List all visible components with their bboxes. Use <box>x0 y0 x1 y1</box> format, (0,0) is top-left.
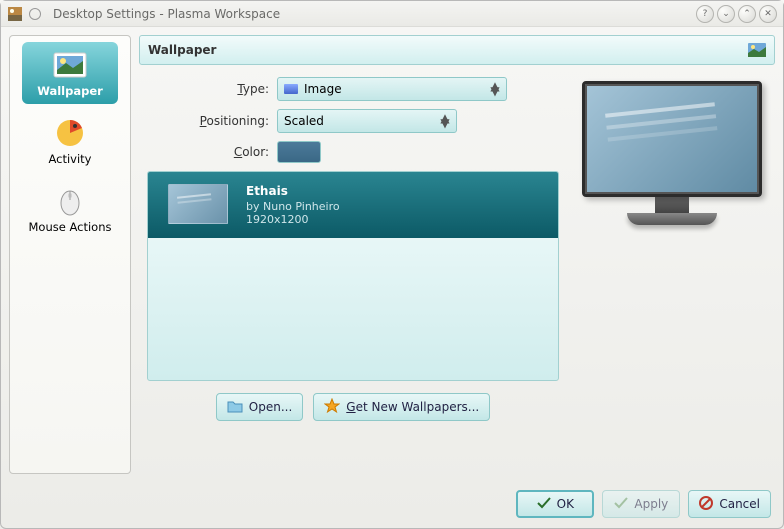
wallpaper-icon <box>22 48 118 82</box>
wallpaper-thumbnail <box>168 184 228 224</box>
dialog-footer: OK Apply Cancel <box>1 482 783 528</box>
check-icon <box>614 497 628 512</box>
content-area: Wallpaper Activity Mouse Actions Wallpap… <box>1 27 783 482</box>
monitor-stand <box>627 213 717 225</box>
sidebar-item-label: Mouse Actions <box>22 220 118 234</box>
type-value: Image <box>304 82 490 96</box>
sidebar-item-label: Wallpaper <box>22 84 118 98</box>
wallpaper-info: Ethais by Nuno Pinheiro 1920x1200 <box>246 184 340 226</box>
preview-column <box>577 77 767 421</box>
positioning-label: Positioning: <box>147 114 277 128</box>
wallpaper-author: by Nuno Pinheiro <box>246 200 340 213</box>
check-icon <box>537 497 551 512</box>
sidebar: Wallpaper Activity Mouse Actions <box>9 35 131 474</box>
main-panel: Wallpaper Type: Image ▲▼ Positioning: <box>139 35 775 474</box>
positioning-select[interactable]: Scaled ▲▼ <box>277 109 457 133</box>
image-type-icon <box>284 84 298 94</box>
wallpaper-resolution: 1920x1200 <box>246 213 340 226</box>
type-select[interactable]: Image ▲▼ <box>277 77 507 101</box>
color-label: Color: <box>147 145 277 159</box>
chevron-updown-icon: ▲▼ <box>490 84 500 94</box>
color-picker[interactable] <box>277 141 321 163</box>
mouse-icon <box>22 184 118 218</box>
wallpaper-actions: Open... Get New Wallpapers... <box>147 393 559 421</box>
sidebar-item-activity[interactable]: Activity <box>22 110 118 172</box>
get-new-wallpapers-button[interactable]: Get New Wallpapers... <box>313 393 490 421</box>
window-title: Desktop Settings - Plasma Workspace <box>53 7 693 21</box>
sidebar-item-label: Activity <box>22 152 118 166</box>
monitor-neck <box>655 197 689 213</box>
form-area: Type: Image ▲▼ Positioning: Scaled ▲▼ <box>139 73 775 425</box>
section-title: Wallpaper <box>148 43 216 57</box>
star-icon <box>324 398 340 417</box>
maximize-button[interactable]: ⌃ <box>738 5 756 23</box>
ok-button[interactable]: OK <box>516 490 594 518</box>
minimize-button[interactable]: ⌄ <box>717 5 735 23</box>
wallpaper-list[interactable]: Ethais by Nuno Pinheiro 1920x1200 <box>147 171 559 381</box>
folder-icon <box>227 399 243 416</box>
titlebar: Desktop Settings - Plasma Workspace ? ⌄ … <box>1 1 783 27</box>
apply-button: Apply <box>602 490 680 518</box>
sidebar-item-wallpaper[interactable]: Wallpaper <box>22 42 118 104</box>
help-button[interactable]: ? <box>696 5 714 23</box>
wallpaper-name: Ethais <box>246 184 340 198</box>
app-icon <box>7 6 23 22</box>
wallpaper-item[interactable]: Ethais by Nuno Pinheiro 1920x1200 <box>148 172 558 238</box>
monitor-preview <box>582 81 762 225</box>
sidebar-item-mouse-actions[interactable]: Mouse Actions <box>22 178 118 240</box>
window-menu-icon[interactable] <box>27 6 43 22</box>
activity-icon <box>22 116 118 150</box>
type-label: Type: <box>147 82 277 96</box>
open-button[interactable]: Open... <box>216 393 304 421</box>
cancel-button[interactable]: Cancel <box>688 490 771 518</box>
positioning-value: Scaled <box>284 114 440 128</box>
section-header-icon <box>748 43 766 57</box>
section-header: Wallpaper <box>139 35 775 65</box>
monitor-screen <box>582 81 762 197</box>
close-button[interactable]: ✕ <box>759 5 777 23</box>
chevron-updown-icon: ▲▼ <box>440 116 450 126</box>
cancel-icon <box>699 496 713 513</box>
